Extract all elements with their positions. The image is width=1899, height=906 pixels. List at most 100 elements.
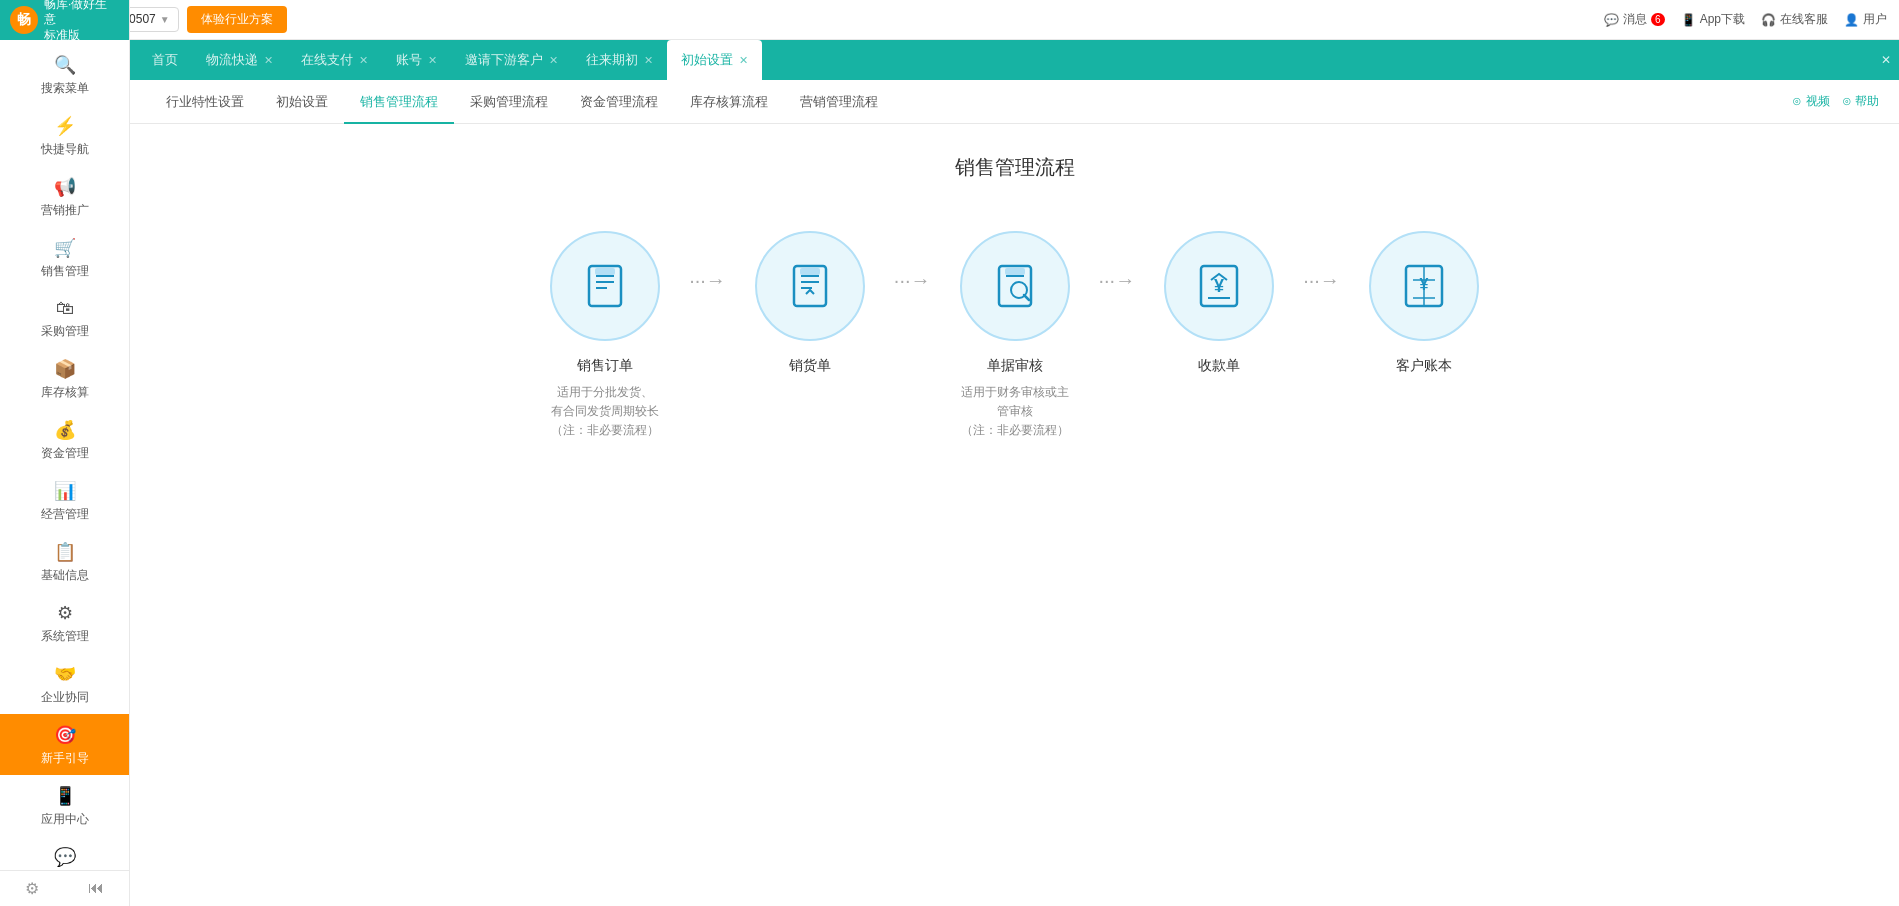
- message-button[interactable]: 💬 消息 6: [1604, 11, 1665, 28]
- sidebar-item-label: 库存核算: [41, 384, 89, 401]
- sidebar-item-app_center[interactable]: 📱 应用中心: [0, 775, 129, 836]
- purchase-icon: 🛍: [56, 298, 74, 319]
- system-icon: ⚙: [57, 602, 73, 624]
- sidebar-item-sales[interactable]: 🛒 销售管理: [0, 227, 129, 288]
- sub-tab-营销管理流程[interactable]: 营销管理流程: [784, 80, 894, 124]
- sub-tab-采购管理流程[interactable]: 采购管理流程: [454, 80, 564, 124]
- flow-circle-sales_order: [550, 231, 660, 341]
- flow-step-receipt[interactable]: ¥ 收款单: [1139, 231, 1299, 383]
- flow-circle-receipt: ¥: [1164, 231, 1274, 341]
- svg-rect-14: [1005, 268, 1025, 275]
- sub-tab-初始设置[interactable]: 初始设置: [260, 80, 344, 124]
- sidebar-item-label: 搜索菜单: [41, 80, 89, 97]
- flow-diagram: 销售订单 适用于分批发货、有合同发货周期较长（注：非必要流程） ···→ 销货单…: [170, 231, 1859, 441]
- sidebar-item-label: 应用中心: [41, 811, 89, 828]
- close-icon[interactable]: ✕: [428, 54, 437, 67]
- svg-line-12: [1024, 295, 1029, 300]
- flow-label-receipt: 收款单: [1198, 357, 1240, 375]
- close-all-icon: ✕: [1881, 53, 1891, 67]
- enterprise-icon: 🤝: [54, 663, 76, 685]
- nav-tab-首页[interactable]: 首页: [138, 40, 192, 80]
- page-content: 销售管理流程 销售订单 适用于分批发货、有合同发货周期较长（注：非必要流程） ·…: [130, 124, 1899, 471]
- user-name-label: 用户: [1863, 11, 1887, 28]
- trial-button[interactable]: 体验行业方案: [187, 6, 287, 33]
- flow-step-sales_invoice[interactable]: 销货单: [730, 231, 890, 383]
- app-label: App下载: [1700, 11, 1745, 28]
- close-icon[interactable]: ✕: [264, 54, 273, 67]
- flow-arrow-2: ···→: [890, 269, 935, 292]
- nav-tab-往来期初[interactable]: 往来期初 ✕: [572, 40, 667, 80]
- nav-tab-物流快递[interactable]: 物流快递 ✕: [192, 40, 287, 80]
- flow-circle-audit: [960, 231, 1070, 341]
- collapse-icon[interactable]: ⏮: [88, 879, 104, 898]
- sidebar-item-system[interactable]: ⚙ 系统管理: [0, 592, 129, 653]
- basic-icon: 📋: [54, 541, 76, 563]
- close-icon[interactable]: ✕: [359, 54, 368, 67]
- flow-step-sales_order[interactable]: 销售订单 适用于分批发货、有合同发货周期较长（注：非必要流程）: [525, 231, 685, 441]
- guide-icon: 🎯: [54, 724, 76, 746]
- svg-rect-4: [595, 268, 615, 275]
- sidebar-item-label: 新手引导: [41, 750, 89, 767]
- page-title: 销售管理流程: [170, 154, 1859, 181]
- sidebar-bottom: ⚙ ⏮: [0, 870, 129, 906]
- arrow-icon: ···→: [1303, 269, 1340, 292]
- sidebar-item-guide[interactable]: 🎯 新手引导: [0, 714, 129, 775]
- sub-tab-库存核算流程[interactable]: 库存核算流程: [674, 80, 784, 124]
- sidebar-item-label: 资金管理: [41, 445, 89, 462]
- close-all-tabs-button[interactable]: ✕: [1881, 53, 1891, 67]
- sidebar-item-finance[interactable]: 💰 资金管理: [0, 409, 129, 470]
- sidebar-item-enterprise[interactable]: 🤝 企业协同: [0, 653, 129, 714]
- nav-tab-在线支付[interactable]: 在线支付 ✕: [287, 40, 382, 80]
- sidebar-item-basic[interactable]: 📋 基础信息: [0, 531, 129, 592]
- nav-tab-label: 往来期初: [586, 51, 638, 69]
- nav-tab-邀请下游客户[interactable]: 邀请下游客户✕: [451, 40, 572, 80]
- sidebar-item-label: 经营管理: [41, 506, 89, 523]
- flow-label-sales_invoice: 销货单: [789, 357, 831, 375]
- sub-tab-行业特性设置[interactable]: 行业特性设置: [150, 80, 260, 124]
- nav-tab-初始设置[interactable]: 初始设置✕: [667, 40, 762, 80]
- nav-tab-账号[interactable]: 账号✕: [382, 40, 451, 80]
- main-content: 行业特性设置初始设置销售管理流程采购管理流程资金管理流程库存核算流程营销管理流程…: [130, 80, 1899, 906]
- sub-tab-销售管理流程[interactable]: 销售管理流程: [344, 80, 454, 124]
- sidebar-item-shortcut[interactable]: ⚡ 快捷导航: [0, 105, 129, 166]
- flow-step-customer_ledger[interactable]: ¥ 客户账本: [1344, 231, 1504, 383]
- sidebar-item-search[interactable]: 🔍 搜索菜单: [0, 44, 129, 105]
- flow-desc-audit: 适用于财务审核或主管审核（注：非必要流程）: [961, 383, 1069, 441]
- flow-label-sales_order: 销售订单: [577, 357, 633, 375]
- message-icon: 💬: [1604, 13, 1619, 27]
- close-icon[interactable]: ✕: [549, 54, 558, 67]
- app-download-button[interactable]: 📱 App下载: [1681, 11, 1745, 28]
- settings-icon[interactable]: ⚙: [25, 879, 39, 898]
- chevron-down-icon: ▼: [160, 14, 170, 25]
- sidebar-item-purchase[interactable]: 🛍 采购管理: [0, 288, 129, 348]
- user-profile-button[interactable]: 👤 用户: [1844, 11, 1887, 28]
- sidebar-item-label: 采购管理: [41, 323, 89, 340]
- logo-text: 畅库·做好生意 标准版: [44, 0, 119, 43]
- sidebar-item-label: 基础信息: [41, 567, 89, 584]
- sidebar-item-operations[interactable]: 📊 经营管理: [0, 470, 129, 531]
- sub-tab-资金管理流程[interactable]: 资金管理流程: [564, 80, 674, 124]
- inventory-icon: 📦: [54, 358, 76, 380]
- top-bar: 用户690企业1660120507 ▼ 体验行业方案 💬 消息 6 📱 App下…: [0, 0, 1899, 40]
- arrow-icon: ···→: [689, 269, 726, 292]
- weixin-icon: 💬: [54, 846, 76, 868]
- close-icon[interactable]: ✕: [739, 54, 748, 67]
- sidebar-item-marketing_promo[interactable]: 📢 营销推广: [0, 166, 129, 227]
- sub-tab-action-⊙ 视频[interactable]: ⊙ 视频: [1792, 93, 1829, 110]
- sidebar-item-inventory[interactable]: 📦 库存核算: [0, 348, 129, 409]
- flow-desc-sales_order: 适用于分批发货、有合同发货周期较长（注：非必要流程）: [551, 383, 659, 441]
- nav-tab-label: 物流快递: [206, 51, 258, 69]
- message-badge: 6: [1651, 13, 1665, 26]
- customer-service-button[interactable]: 🎧 在线客服: [1761, 11, 1828, 28]
- sidebar-item-label: 企业协同: [41, 689, 89, 706]
- flow-step-audit[interactable]: 单据审核 适用于财务审核或主管审核（注：非必要流程）: [935, 231, 1095, 441]
- nav-tab-label: 在线支付: [301, 51, 353, 69]
- app-icon: 📱: [1681, 13, 1696, 27]
- sub-tab-action-⊙ 帮助[interactable]: ⊙ 帮助: [1842, 93, 1879, 110]
- close-icon[interactable]: ✕: [644, 54, 653, 67]
- sidebar-item-weixin[interactable]: 💬 企业微信: [0, 836, 129, 870]
- nav-tabs-bar: 首页物流快递✕在线支付✕账号✕邀请下游客户✕往来期初✕初始设置✕✕: [130, 40, 1899, 80]
- logo-icon: 畅: [10, 6, 38, 34]
- svg-rect-9: [800, 268, 820, 275]
- marketing_promo-icon: 📢: [54, 176, 76, 198]
